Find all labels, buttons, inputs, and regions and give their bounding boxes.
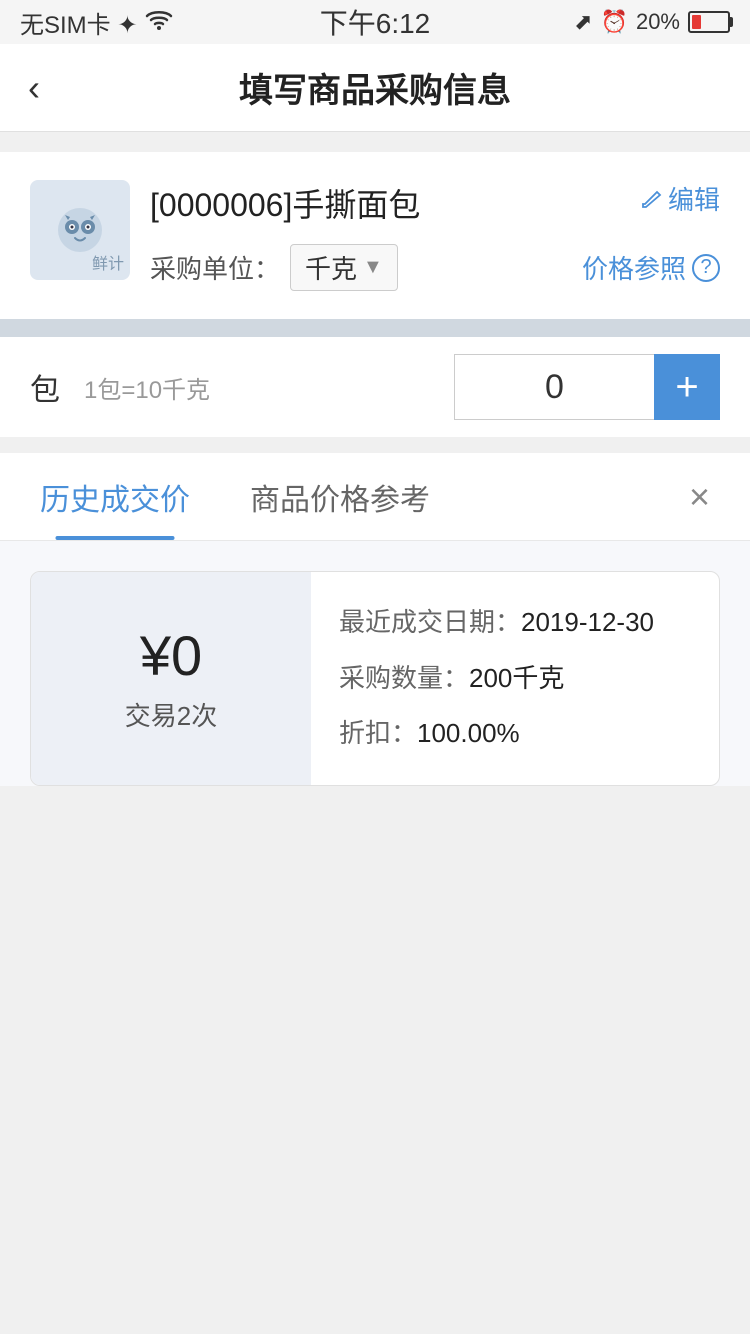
location-icon: ⬈ bbox=[574, 9, 592, 35]
quantity-input-group: 0 + bbox=[454, 354, 720, 420]
panel-close-button[interactable]: × bbox=[679, 466, 720, 528]
transaction-card: ¥0 交易2次 最近成交日期：2019-12-30 采购数量：200千克 折扣：… bbox=[30, 571, 720, 786]
transaction-qty-row: 采购数量：200千克 bbox=[339, 658, 691, 700]
unit-select[interactable]: 千克 ▼ bbox=[290, 244, 398, 291]
status-right-group: ⬈ ⏰ 20% bbox=[574, 9, 730, 35]
battery-icon bbox=[688, 11, 730, 33]
info-icon: ? bbox=[692, 254, 720, 282]
discount-value: 100.00% bbox=[417, 718, 520, 748]
nav-bar: ‹ 填写商品采购信息 bbox=[0, 44, 750, 132]
transaction-details: 最近成交日期：2019-12-30 采购数量：200千克 折扣：100.00% bbox=[311, 572, 719, 785]
status-bar: 无SIM卡 ✦ 下午6:12 ⬈ ⏰ 20% bbox=[0, 0, 750, 44]
quantity-input[interactable]: 0 bbox=[454, 354, 654, 420]
date-label: 最近成交日期： bbox=[339, 607, 521, 637]
transaction-price-area: ¥0 交易2次 bbox=[31, 572, 311, 785]
quantity-row: 包 1包=10千克 0 + bbox=[0, 337, 750, 437]
transaction-date-row: 最近成交日期：2019-12-30 bbox=[339, 602, 691, 644]
status-time: 下午6:12 bbox=[320, 2, 431, 42]
quantity-hint: 1包=10千克 bbox=[84, 370, 210, 405]
tab-product-price-ref[interactable]: 商品价格参考 bbox=[240, 453, 440, 540]
product-card: 鲜计 [0000006]手撕面包 编辑 采购单位： 千克 ▼ 价格参照 ? bbox=[0, 152, 750, 319]
date-value: 2019-12-30 bbox=[521, 607, 654, 637]
product-thumb-text: 鲜计 bbox=[92, 250, 124, 274]
carrier-text: 无SIM卡 ✦ bbox=[20, 5, 137, 40]
quantity-plus-button[interactable]: + bbox=[654, 354, 720, 420]
transaction-discount-row: 折扣：100.00% bbox=[339, 713, 691, 755]
product-info: [0000006]手撕面包 编辑 采购单位： 千克 ▼ 价格参照 ? bbox=[150, 180, 720, 291]
tab-history-price[interactable]: 历史成交价 bbox=[30, 453, 200, 540]
price-panel: 历史成交价 商品价格参考 × ¥0 交易2次 最近成交日期：2019-12-30… bbox=[0, 453, 750, 786]
page-title: 填写商品采购信息 bbox=[239, 63, 511, 112]
discount-label: 折扣： bbox=[339, 718, 417, 748]
price-ref-button[interactable]: 价格参照 ? bbox=[582, 249, 720, 286]
edit-button[interactable]: 编辑 bbox=[642, 180, 720, 217]
wifi-icon bbox=[145, 8, 173, 37]
section-divider bbox=[0, 319, 750, 337]
transaction-price: ¥0 bbox=[140, 623, 202, 688]
status-carrier: 无SIM卡 ✦ bbox=[20, 5, 173, 40]
battery-percent: 20% bbox=[636, 9, 680, 35]
footer-space bbox=[0, 816, 750, 1316]
qty-value: 200千克 bbox=[469, 663, 564, 693]
qty-label: 采购数量： bbox=[339, 663, 469, 693]
transaction-count: 交易2次 bbox=[125, 696, 217, 733]
chevron-down-icon: ▼ bbox=[363, 256, 383, 279]
quantity-unit-label: 包 bbox=[30, 365, 60, 409]
panel-tabs: 历史成交价 商品价格参考 × bbox=[0, 453, 750, 541]
product-thumbnail: 鲜计 bbox=[30, 180, 130, 280]
unit-label: 采购单位： bbox=[150, 249, 280, 286]
product-name: [0000006]手撕面包 bbox=[150, 180, 420, 226]
back-button[interactable]: ‹ bbox=[28, 67, 40, 109]
alarm-icon: ⏰ bbox=[601, 9, 628, 35]
